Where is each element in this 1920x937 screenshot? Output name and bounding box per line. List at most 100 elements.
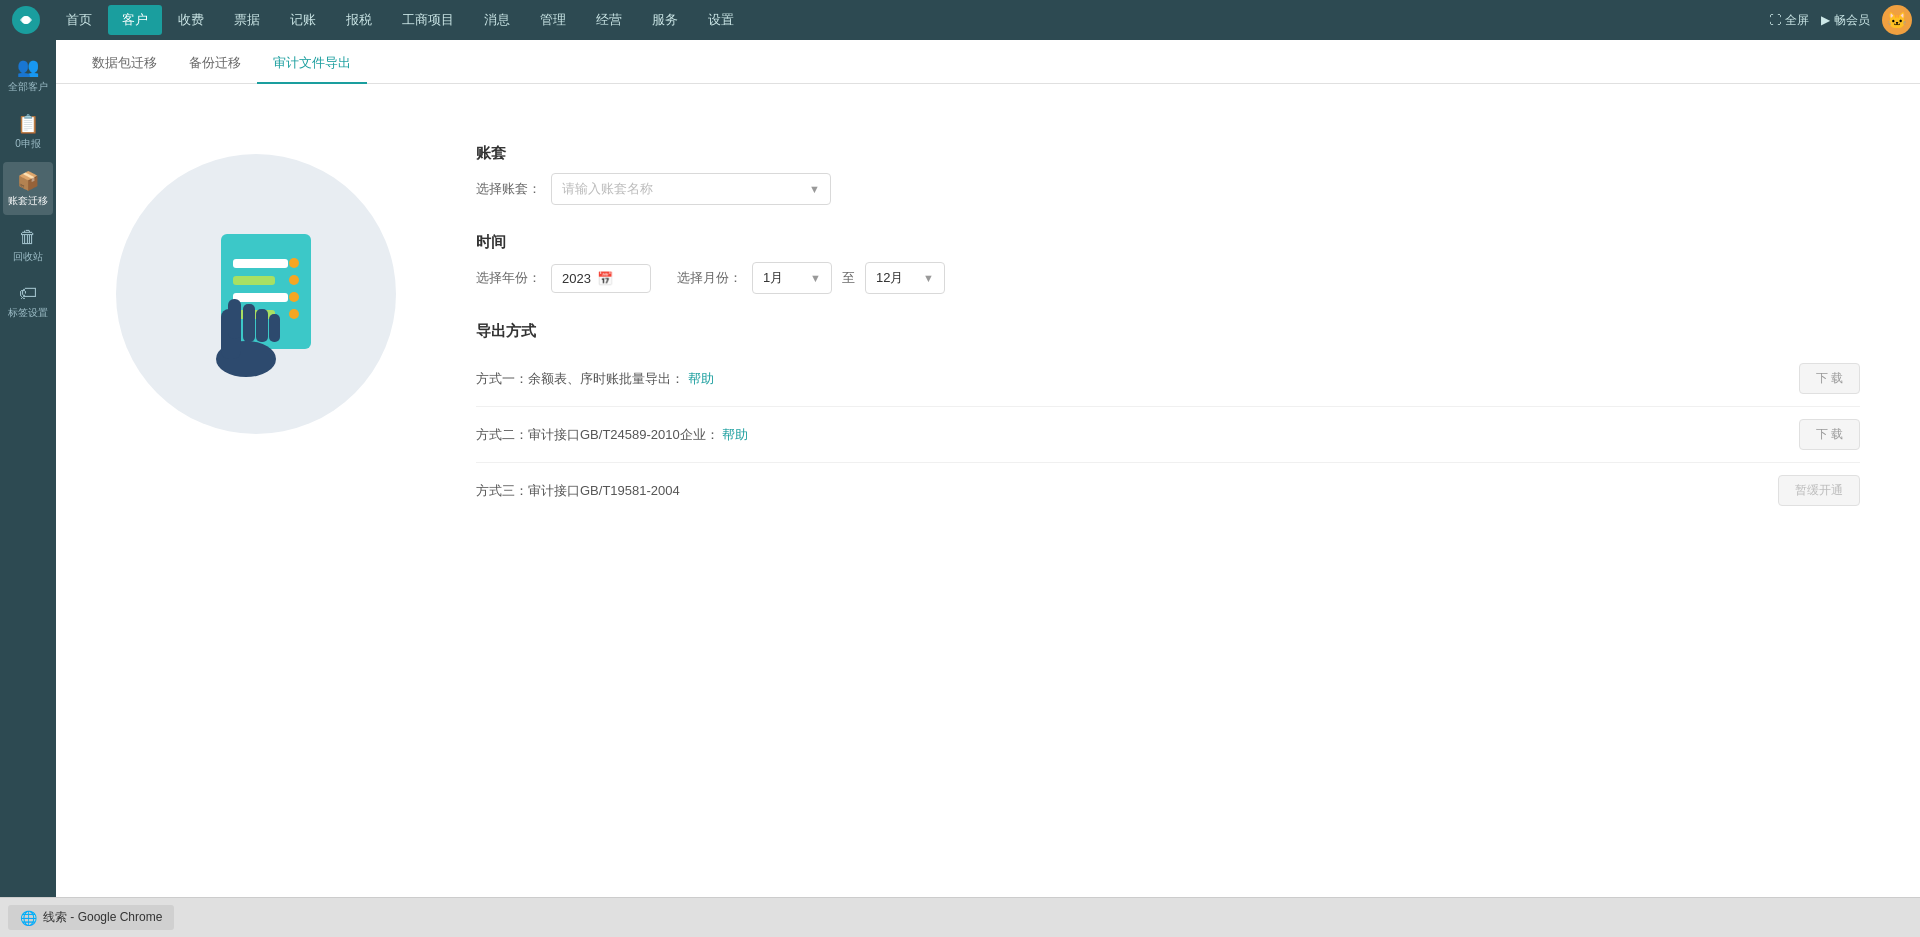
svg-rect-4 [233, 276, 275, 285]
sidebar-item-migration[interactable]: 📦 账套迁移 [3, 162, 53, 215]
time-section: 时间 选择年份： 2023 📅 选择月份： 1月 ▼ 至 [476, 233, 1860, 294]
fullscreen-icon: ⛶ [1769, 13, 1781, 27]
sidebar-item-tags[interactable]: 🏷 标签设置 [3, 275, 53, 327]
export-method-2-help-link[interactable]: 帮助 [722, 427, 748, 442]
nav-menu: 首页 客户 收费 票据 记账 报税 工商项目 消息 管理 经营 服务 设置 [52, 5, 748, 35]
time-row: 选择年份： 2023 📅 选择月份： 1月 ▼ 至 12月 [476, 262, 1860, 294]
export-method-2-row: 方式二：审计接口GB/T24589-2010企业： 帮助 下 载 [476, 407, 1860, 463]
to-separator: 至 [842, 269, 855, 287]
chrome-icon: 🌐 [20, 910, 37, 926]
declare-icon: 📋 [17, 113, 39, 135]
tab-audit-export[interactable]: 审计文件导出 [257, 44, 367, 84]
member-button[interactable]: ▶ 畅会员 [1821, 12, 1870, 29]
svg-rect-14 [243, 304, 255, 342]
svg-point-9 [289, 292, 299, 302]
tabs-bar: 数据包迁移 备份迁移 审计文件导出 [56, 40, 1920, 84]
account-select-placeholder: 请输入账套名称 [562, 180, 653, 198]
avatar[interactable]: 🐱 [1882, 5, 1912, 35]
tab-data-migration[interactable]: 数据包迁移 [76, 44, 173, 84]
export-section: 导出方式 方式一：余额表、序时账批量导出： 帮助 下 载 方式二：审计接口GB/… [476, 322, 1860, 518]
nav-settings[interactable]: 设置 [694, 5, 748, 35]
export-method-1-row: 方式一：余额表、序时账批量导出： 帮助 下 载 [476, 351, 1860, 407]
top-nav: 首页 客户 收费 票据 记账 报税 工商项目 消息 管理 经营 服务 设置 ⛶ … [0, 0, 1920, 40]
migration-icon: 📦 [17, 170, 39, 192]
month-from-chevron-icon: ▼ [810, 272, 821, 284]
svg-rect-5 [233, 293, 288, 302]
sidebar-label-recycle: 回收站 [13, 251, 43, 263]
svg-rect-3 [233, 259, 288, 268]
nav-tax[interactable]: 报税 [332, 5, 386, 35]
svg-point-8 [289, 275, 299, 285]
illustration-svg [166, 204, 346, 384]
sidebar-label-zero-declare: 0申报 [15, 138, 41, 150]
nav-customer[interactable]: 客户 [108, 5, 162, 35]
app-logo [8, 2, 44, 38]
export-method-1-label: 方式一：余额表、序时账批量导出： 帮助 [476, 370, 714, 388]
recycle-icon: 🗑 [19, 227, 37, 248]
sidebar-label-tags: 标签设置 [8, 307, 48, 319]
month-to-value: 12月 [876, 269, 903, 287]
year-input[interactable]: 2023 📅 [551, 264, 651, 293]
nav-bookkeeping[interactable]: 记账 [276, 5, 330, 35]
sidebar-label-migration: 账套迁移 [8, 195, 48, 207]
export-method-3-label: 方式三：审计接口GB/T19581-2004 [476, 482, 680, 500]
sidebar-item-all-customers[interactable]: 👥 全部客户 [3, 48, 53, 101]
content-area: 数据包迁移 备份迁移 审计文件导出 [56, 40, 1920, 937]
nav-message[interactable]: 消息 [470, 5, 524, 35]
time-title: 时间 [476, 233, 1860, 252]
nav-right: ⛶ 全屏 ▶ 畅会员 🐱 [1769, 5, 1912, 35]
export-method-3-row: 方式三：审计接口GB/T19581-2004 暂缓开通 [476, 463, 1860, 518]
account-select-row: 选择账套： 请输入账套名称 ▼ [476, 173, 1860, 205]
export-method-1-help-link[interactable]: 帮助 [688, 371, 714, 386]
month-from-select[interactable]: 1月 ▼ [752, 262, 832, 294]
svg-rect-13 [228, 299, 241, 339]
svg-point-1 [22, 16, 30, 24]
svg-point-7 [289, 258, 299, 268]
account-select-dropdown[interactable]: 请输入账套名称 ▼ [551, 173, 831, 205]
month-to-select[interactable]: 12月 ▼ [865, 262, 945, 294]
month-to-chevron-icon: ▼ [923, 272, 934, 284]
nav-billing[interactable]: 收费 [164, 5, 218, 35]
sidebar-label-all-customers: 全部客户 [8, 81, 48, 93]
export-method-1-download-button[interactable]: 下 载 [1799, 363, 1860, 394]
export-title: 导出方式 [476, 322, 1860, 341]
account-select-chevron-icon: ▼ [809, 183, 820, 195]
nav-operations[interactable]: 经营 [582, 5, 636, 35]
member-label: 畅会员 [1834, 12, 1870, 29]
member-icon: ▶ [1821, 13, 1830, 27]
main-layout: 👥 全部客户 📋 0申报 📦 账套迁移 🗑 回收站 🏷 标签设置 数据包迁移 备… [0, 40, 1920, 937]
taskbar-chrome-item[interactable]: 🌐 线索 - Google Chrome [8, 905, 174, 930]
illustration [116, 154, 396, 434]
month-from-value: 1月 [763, 269, 783, 287]
svg-point-10 [289, 309, 299, 319]
sidebar-item-zero-declare[interactable]: 📋 0申报 [3, 105, 53, 158]
tags-icon: 🏷 [19, 283, 37, 304]
nav-invoice[interactable]: 票据 [220, 5, 274, 35]
svg-rect-15 [256, 309, 268, 342]
export-method-2-label: 方式二：审计接口GB/T24589-2010企业： 帮助 [476, 426, 748, 444]
taskbar: 🌐 线索 - Google Chrome [0, 897, 1920, 937]
nav-business[interactable]: 工商项目 [388, 5, 468, 35]
tab-backup-migration[interactable]: 备份迁移 [173, 44, 257, 84]
form-side: 账套 选择账套： 请输入账套名称 ▼ 时间 选择年份： [476, 124, 1860, 518]
year-label: 选择年份： [476, 269, 541, 287]
sidebar: 👥 全部客户 📋 0申报 📦 账套迁移 🗑 回收站 🏷 标签设置 [0, 40, 56, 937]
nav-service[interactable]: 服务 [638, 5, 692, 35]
fullscreen-button[interactable]: ⛶ 全屏 [1769, 12, 1809, 29]
month-label: 选择月份： [677, 269, 742, 287]
account-section: 账套 选择账套： 请输入账套名称 ▼ [476, 144, 1860, 205]
nav-manage[interactable]: 管理 [526, 5, 580, 35]
year-value: 2023 [562, 271, 591, 286]
account-select-label: 选择账套： [476, 180, 541, 198]
calendar-icon: 📅 [597, 271, 613, 286]
taskbar-chrome-label: 线索 - Google Chrome [43, 909, 162, 926]
sidebar-item-recycle[interactable]: 🗑 回收站 [3, 219, 53, 271]
fullscreen-label: 全屏 [1785, 12, 1809, 29]
export-method-3-pending-button: 暂缓开通 [1778, 475, 1860, 506]
nav-home[interactable]: 首页 [52, 5, 106, 35]
account-title: 账套 [476, 144, 1860, 163]
customers-icon: 👥 [17, 56, 39, 78]
svg-rect-16 [269, 314, 280, 342]
page-content: 账套 选择账套： 请输入账套名称 ▼ 时间 选择年份： [56, 84, 1920, 937]
export-method-2-download-button[interactable]: 下 载 [1799, 419, 1860, 450]
